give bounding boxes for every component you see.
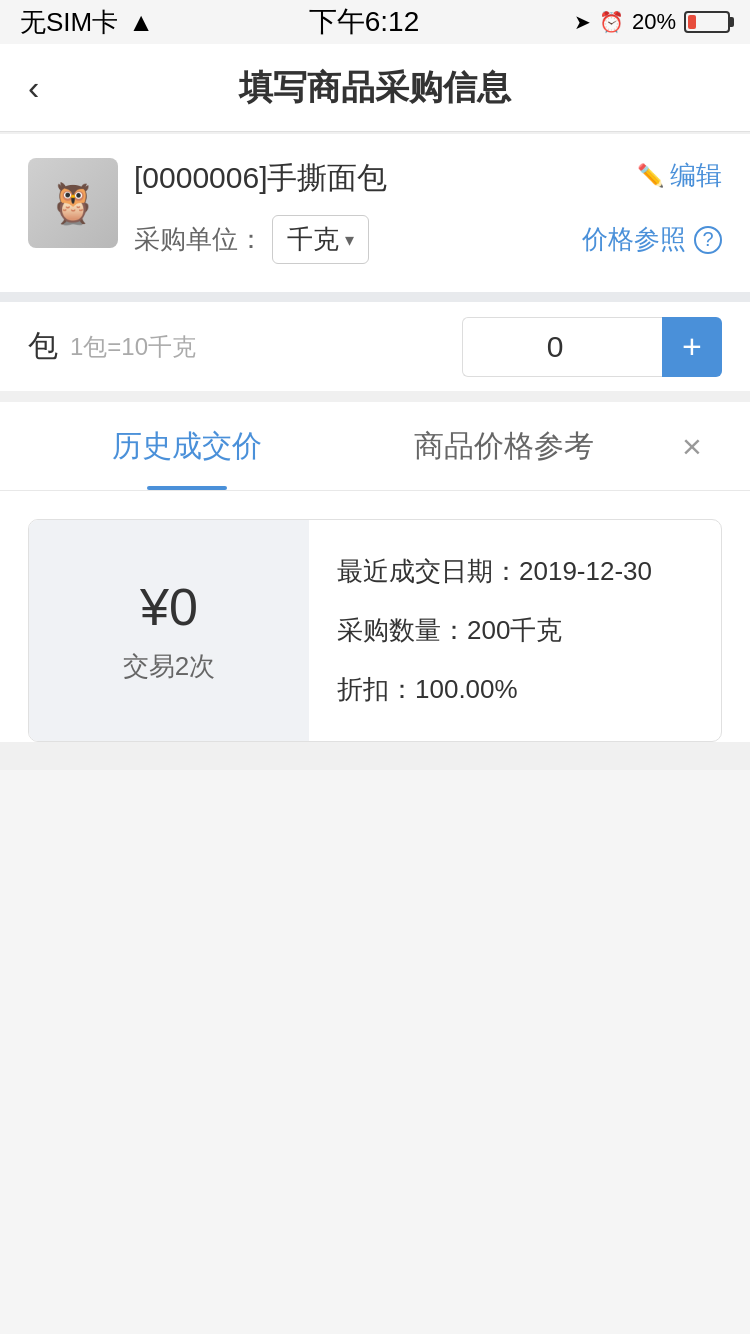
battery-icon [684, 11, 730, 33]
discount-label: 折扣： [337, 674, 415, 704]
purchase-quantity-row: 采购数量：200千克 [337, 611, 693, 650]
price-ref-label: 价格参照 [582, 222, 686, 257]
price-trades: 交易2次 [123, 649, 215, 684]
quantity-plus-button[interactable]: + [662, 317, 722, 377]
unit-value: 千克 [287, 222, 339, 257]
purchase-quantity-label: 采购数量： [337, 615, 467, 645]
purchase-quantity-value: 200千克 [467, 615, 562, 645]
edit-label: 编辑 [670, 158, 722, 193]
quantity-row: 包 1包=10千克 + [0, 302, 750, 392]
edit-icon: ✏️ [637, 163, 664, 189]
currency-symbol: ¥ [140, 578, 169, 636]
price-amount: ¥0 [140, 577, 198, 637]
price-value: 0 [169, 578, 198, 636]
product-name: [0000006]手撕面包 [134, 158, 387, 199]
carrier-text: 无SIM卡 [20, 5, 118, 40]
tab-price-reference[interactable]: 商品价格参考 [345, 402, 662, 490]
product-image: 🦉 [28, 158, 118, 248]
recent-date-row: 最近成交日期：2019-12-30 [337, 552, 693, 591]
quantity-hint: 1包=10千克 [70, 331, 196, 363]
location-icon: ➤ [574, 10, 591, 34]
product-info-top: [0000006]手撕面包 ✏️ 编辑 [134, 158, 722, 199]
unit-section: 采购单位： 千克 ▾ [134, 215, 369, 264]
unit-selector[interactable]: 千克 ▾ [272, 215, 369, 264]
section-divider [0, 292, 750, 302]
quantity-input[interactable] [462, 317, 662, 377]
nav-bar: ‹ 填写商品采购信息 [0, 44, 750, 132]
status-right: ➤ ⏰ 20% [574, 9, 730, 35]
quantity-controls: + [462, 317, 722, 377]
recent-date-value: 2019-12-30 [519, 556, 652, 586]
tab-history-price[interactable]: 历史成交价 [28, 402, 345, 490]
price-ref-icon: ? [694, 226, 722, 254]
tabs-close-button[interactable]: × [662, 416, 722, 476]
product-info: [0000006]手撕面包 ✏️ 编辑 采购单位： 千克 ▾ 价格参照 ? [134, 158, 722, 264]
product-header: 🦉 [0000006]手撕面包 ✏️ 编辑 采购单位： 千克 ▾ [28, 158, 722, 264]
status-time: 下午6:12 [309, 3, 420, 41]
discount-row: 折扣：100.00% [337, 670, 693, 709]
tabs-panel: 历史成交价 商品价格参考 × ¥0 交易2次 最近成交日期：2019-12-30… [0, 402, 750, 742]
wifi-icon: ▲ [128, 7, 154, 38]
price-card-left: ¥0 交易2次 [29, 520, 309, 741]
product-unit-row: 采购单位： 千克 ▾ 价格参照 ? [134, 215, 722, 264]
discount-value: 100.00% [415, 674, 518, 704]
edit-button[interactable]: ✏️ 编辑 [637, 158, 722, 193]
page-title: 填写商品采购信息 [239, 65, 511, 111]
product-card: 🦉 [0000006]手撕面包 ✏️ 编辑 采购单位： 千克 ▾ [0, 134, 750, 292]
main-content [0, 770, 750, 1334]
status-bar: 无SIM卡 ▲ 下午6:12 ➤ ⏰ 20% [0, 0, 750, 44]
product-thumbnail: 🦉 [48, 180, 98, 227]
back-button[interactable]: ‹ [28, 68, 39, 107]
status-left: 无SIM卡 ▲ [20, 5, 154, 40]
price-card: ¥0 交易2次 最近成交日期：2019-12-30 采购数量：200千克 折扣：… [28, 519, 722, 742]
price-card-right: 最近成交日期：2019-12-30 采购数量：200千克 折扣：100.00% [309, 520, 721, 741]
quantity-unit-label: 包 [28, 326, 58, 367]
recent-date-label: 最近成交日期： [337, 556, 519, 586]
battery-percent: 20% [632, 9, 676, 35]
quantity-left: 包 1包=10千克 [28, 326, 196, 367]
unit-dropdown-arrow: ▾ [345, 229, 354, 251]
unit-label: 采购单位： [134, 222, 264, 257]
price-reference-button[interactable]: 价格参照 ? [582, 222, 722, 257]
alarm-icon: ⏰ [599, 10, 624, 34]
tabs-header: 历史成交价 商品价格参考 × [0, 402, 750, 491]
